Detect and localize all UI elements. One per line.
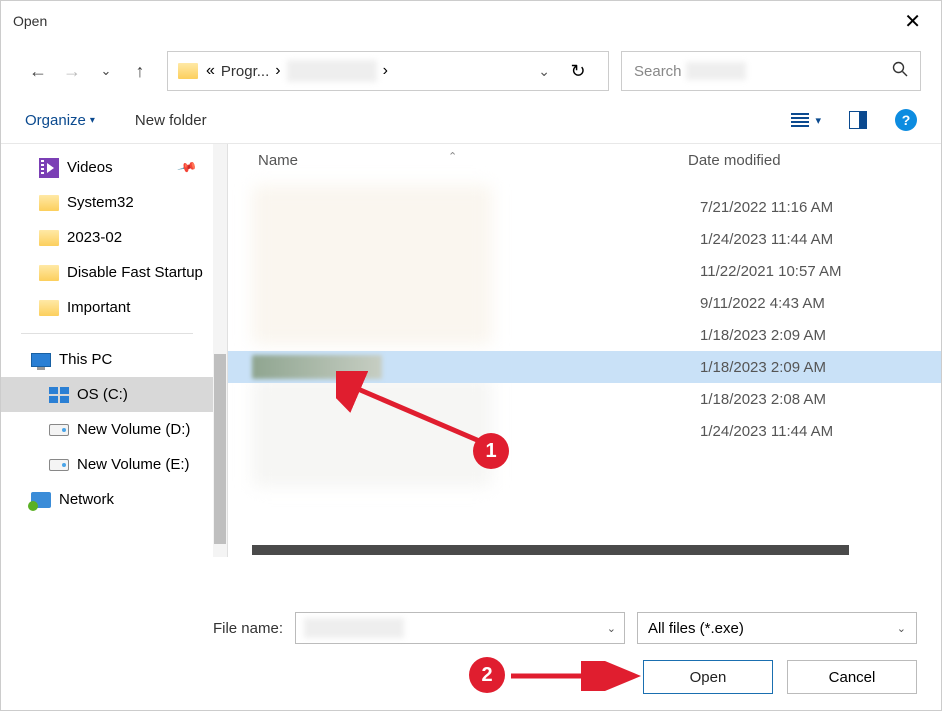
back-button[interactable]: ← — [21, 54, 55, 88]
file-row-selected[interactable]: 1/18/2023 2:09 AM — [228, 351, 941, 383]
sidebar-item-dfs[interactable]: Disable Fast Startup — [1, 255, 213, 290]
crumb-prefix: « — [206, 62, 215, 80]
folder-icon — [178, 63, 198, 79]
filename-redacted — [304, 618, 404, 638]
folder-icon — [39, 230, 59, 246]
sidebar-item-nv-e[interactable]: New Volume (E:) — [1, 447, 213, 482]
sidebar-item-os-c[interactable]: OS (C:) — [1, 377, 213, 412]
recent-dropdown[interactable]: ⌄ — [89, 54, 123, 88]
column-headers: Name ⌃ Date modified — [228, 144, 941, 177]
search-icon[interactable] — [892, 61, 908, 81]
dialog-body: Videos 📌 System32 2023-02 Disable Fast S… — [1, 143, 941, 557]
breadcrumb-redacted — [287, 60, 377, 82]
sidebar-item-important[interactable]: Important — [1, 290, 213, 325]
crumb-sep: › — [275, 62, 280, 80]
drive-icon — [49, 424, 69, 436]
file-row[interactable]: 11/22/2021 10:57 AM — [228, 255, 941, 287]
preview-pane-button[interactable] — [849, 111, 867, 129]
file-row[interactable]: 1/18/2023 2:08 AM — [228, 383, 941, 415]
chevron-down-icon[interactable]: ⌄ — [607, 622, 616, 635]
folder-icon — [39, 265, 59, 281]
file-list: Name ⌃ Date modified 7/21/2022 11:16 AM … — [228, 144, 941, 557]
chevron-down-icon: ▾ — [815, 114, 821, 127]
pin-icon: 📌 — [176, 157, 198, 179]
folder-icon — [39, 300, 59, 316]
close-button[interactable]: ✕ — [896, 9, 929, 34]
column-date[interactable]: Date modified — [678, 152, 781, 169]
sort-indicator-icon: ⌃ — [448, 150, 457, 163]
file-row[interactable]: 9/11/2022 4:43 AM — [228, 287, 941, 319]
crumb-sep: › — [383, 62, 388, 80]
filename-input[interactable]: ⌄ — [295, 612, 625, 644]
forward-button[interactable]: → — [55, 54, 89, 88]
file-row[interactable]: 1/24/2023 11:44 AM — [228, 415, 941, 447]
search-input[interactable]: Search — [621, 51, 921, 91]
file-row[interactable]: 1/24/2023 11:44 AM — [228, 223, 941, 255]
folder-icon — [39, 195, 59, 211]
search-redacted — [686, 62, 746, 80]
sidebar-item-thispc[interactable]: This PC — [1, 342, 213, 377]
view-menu[interactable]: ▾ — [791, 113, 821, 127]
address-bar[interactable]: « Progr... › › ⌄ ↻ — [167, 51, 609, 91]
pc-icon — [31, 353, 51, 367]
list-view-icon — [791, 113, 809, 127]
breadcrumb-segment[interactable]: Progr... — [221, 63, 269, 80]
network-icon — [31, 492, 51, 508]
toolbar: Organize ▾ New folder ▾ ? — [1, 101, 941, 143]
address-dropdown[interactable]: ⌄ — [530, 63, 558, 80]
chevron-down-icon: ⌄ — [897, 622, 906, 635]
cancel-button[interactable]: Cancel — [787, 660, 917, 694]
drive-os-icon — [49, 387, 69, 403]
new-folder-button[interactable]: New folder — [135, 112, 207, 129]
organize-menu[interactable]: Organize ▾ — [25, 112, 95, 129]
sidebar-item-system32[interactable]: System32 — [1, 185, 213, 220]
filetype-select[interactable]: All files (*.exe) ⌄ — [637, 612, 917, 644]
annotation-badge-1: 1 — [473, 433, 509, 469]
titlebar: Open ✕ — [1, 1, 941, 41]
search-placeholder: Search — [634, 63, 682, 80]
annotation-badge-2: 2 — [469, 657, 505, 693]
window-title: Open — [13, 13, 47, 29]
file-row[interactable]: 1/18/2023 2:09 AM — [228, 319, 941, 351]
open-button[interactable]: Open — [643, 660, 773, 694]
sidebar-item-network[interactable]: Network — [1, 482, 213, 517]
drive-icon — [49, 459, 69, 471]
sidebar-item-videos[interactable]: Videos 📌 — [1, 150, 213, 185]
column-name[interactable]: Name ⌃ — [228, 152, 678, 169]
refresh-button[interactable]: ↻ — [558, 61, 598, 82]
navigation-tree: Videos 📌 System32 2023-02 Disable Fast S… — [1, 144, 213, 557]
sidebar-scrollbar[interactable] — [213, 144, 227, 557]
filename-label: File name: — [213, 620, 283, 637]
sidebar-item-2023-02[interactable]: 2023-02 — [1, 220, 213, 255]
file-hscrollbar[interactable] — [252, 543, 901, 557]
file-row[interactable]: 7/21/2022 11:16 AM — [228, 191, 941, 223]
video-icon — [39, 158, 59, 178]
annotation-arrow-2 — [501, 661, 651, 691]
sidebar-item-nv-d[interactable]: New Volume (D:) — [1, 412, 213, 447]
up-button[interactable]: ↑ — [123, 54, 157, 88]
navbar: ← → ⌄ ↑ « Progr... › › ⌄ ↻ Search — [1, 41, 941, 101]
help-button[interactable]: ? — [895, 109, 917, 131]
dialog-footer: File name: ⌄ All files (*.exe) ⌄ Open Ca… — [1, 596, 941, 710]
